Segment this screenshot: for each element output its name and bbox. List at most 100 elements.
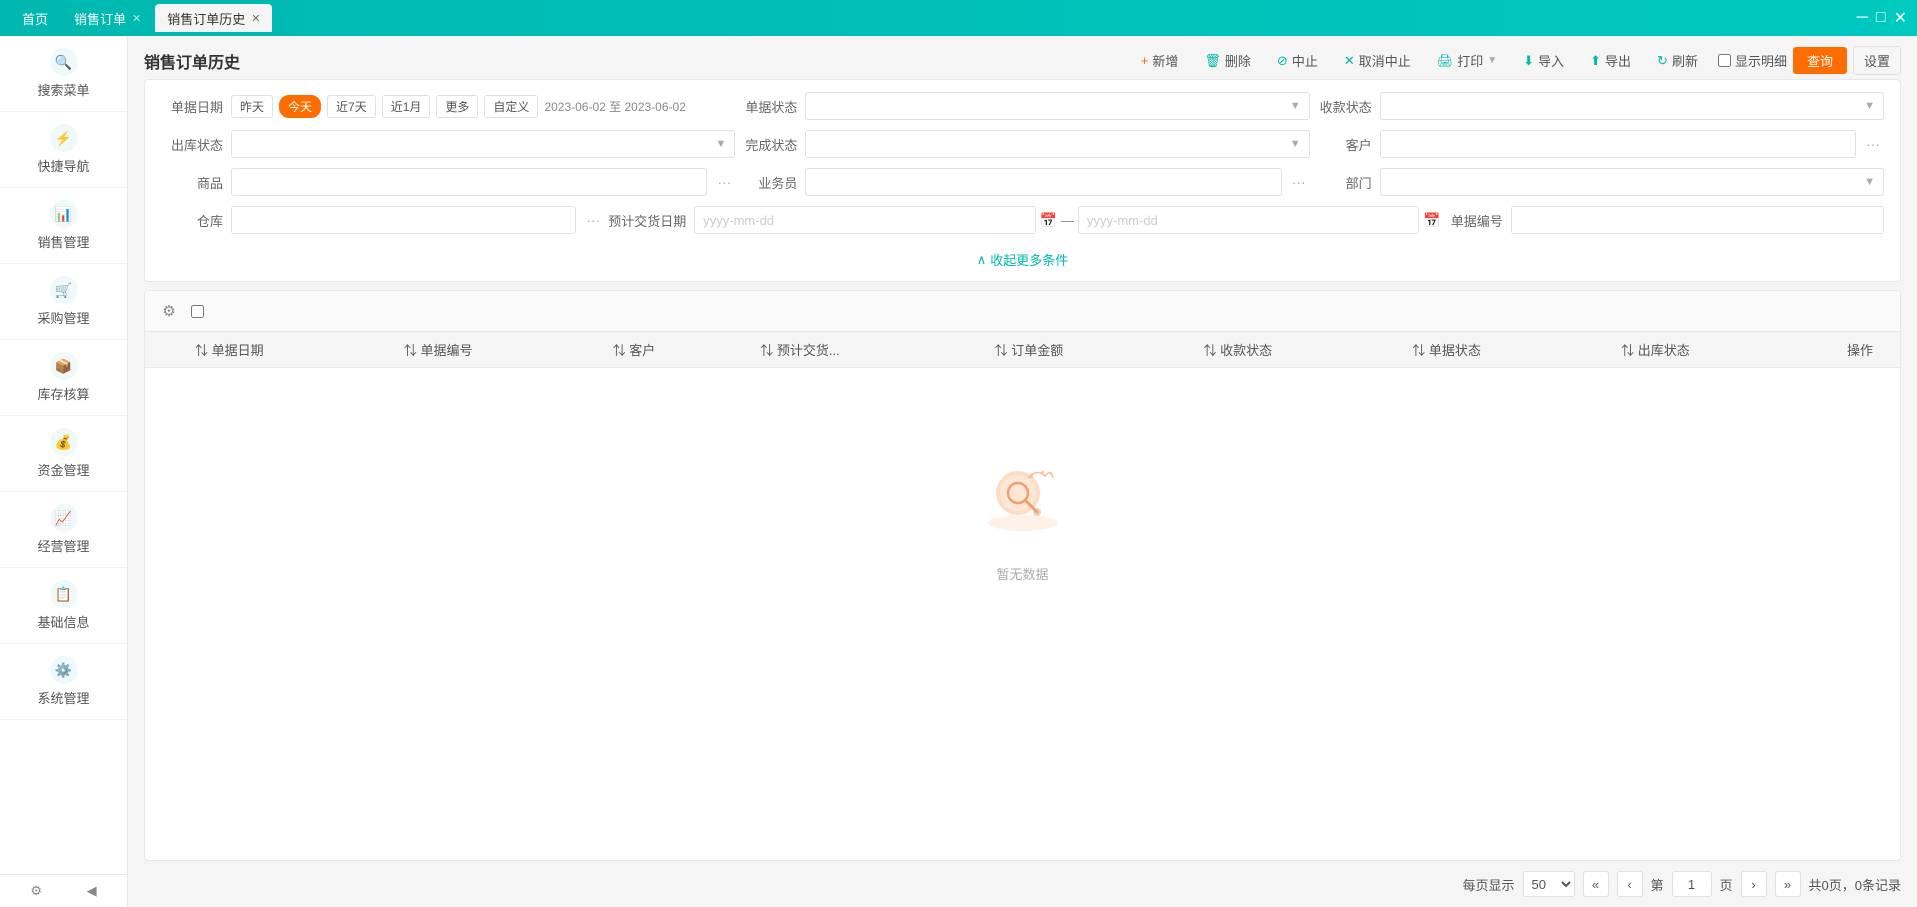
delivery-date-dash: — <box>1061 213 1074 228</box>
total-text: 共0页，0条记录 <box>1809 875 1901 894</box>
date-today-btn[interactable]: 今天 <box>279 95 321 118</box>
date-1month-btn[interactable]: 近1月 <box>382 95 431 118</box>
table-header-row: ⇅ 单据日期 ⇅ 单据编号 ⇅ 客户 ⇅ 预计交货... ⇅ 订单金额 <box>145 332 1900 368</box>
refresh-button[interactable]: ↻ 刷新 <box>1647 47 1708 74</box>
customer-input[interactable] <box>1380 130 1856 158</box>
last-page-button[interactable]: » <box>1775 871 1801 897</box>
print-arrow-icon: ▼ <box>1487 55 1497 66</box>
sidebar-item-sales-mgmt[interactable]: 📊 销售管理 <box>0 188 127 264</box>
window-maximize-icon[interactable]: □ <box>1876 9 1886 27</box>
select-all-checkbox[interactable] <box>191 305 204 318</box>
sidebar-bottom: ⚙ ◀ <box>0 874 127 907</box>
salesman-dots-icon[interactable]: ··· <box>1288 174 1310 190</box>
settings-button[interactable]: 设置 <box>1853 46 1901 75</box>
first-page-button[interactable]: « <box>1583 871 1609 897</box>
print-button[interactable]: 🖨 打印 ▼ <box>1427 47 1507 74</box>
sidebar-item-base-info[interactable]: 📋 基础信息 <box>0 568 127 644</box>
window-close-icon[interactable]: ✕ <box>1894 8 1907 28</box>
next-page-button[interactable]: › <box>1741 871 1767 897</box>
sidebar-item-capital-mgmt[interactable]: 💰 资金管理 <box>0 416 127 492</box>
sidebar-item-capital-mgmt-label: 资金管理 <box>37 460 89 479</box>
th-checkbox <box>145 332 185 368</box>
warehouse-dots-icon[interactable]: ··· <box>582 212 604 228</box>
sidebar-item-purchase-mgmt[interactable]: 🛒 采购管理 <box>0 264 127 340</box>
data-table: ⇅ 单据日期 ⇅ 单据编号 ⇅ 客户 ⇅ 预计交货... ⇅ 订单金额 <box>145 332 1900 368</box>
stop-label: 中止 <box>1292 51 1318 70</box>
warehouse-input[interactable] <box>231 206 576 234</box>
complete-status-select[interactable]: ▼ <box>805 130 1309 158</box>
collapse-label: 收起更多条件 <box>990 250 1068 269</box>
cancel-stop-button[interactable]: ✕ 取消中止 <box>1334 47 1421 74</box>
query-button[interactable]: 查询 <box>1793 47 1847 74</box>
stop-icon: ⊘ <box>1277 53 1288 69</box>
th-delivery-label: ⇅ 预计交货... <box>760 343 839 358</box>
payment-status-label: 收款状态 <box>1310 97 1380 116</box>
salesman-input[interactable] <box>805 168 1281 196</box>
import-button[interactable]: ⬇ 导入 <box>1513 47 1574 74</box>
add-button[interactable]: + 新增 <box>1131 47 1189 74</box>
delivery-date-to-cal-icon[interactable]: 📅 <box>1423 212 1440 229</box>
delivery-date-from-input[interactable]: yyyy-mm-dd <box>694 206 1035 234</box>
sidebar-item-search-menu[interactable]: 🔍 搜索菜单 <box>0 36 127 112</box>
empty-state-illustration <box>973 448 1073 548</box>
th-no-label: ⇅ 单据编号 <box>404 343 473 358</box>
sidebar-item-quick-nav-label: 快捷导航 <box>37 156 89 175</box>
goods-input[interactable] <box>231 168 707 196</box>
order-status-control: ▼ <box>805 92 1309 120</box>
sidebar-item-base-info-label: 基础信息 <box>37 612 89 631</box>
payment-status-select[interactable]: ▼ <box>1380 92 1884 120</box>
empty-state-text: 暂无数据 <box>996 564 1048 583</box>
sidebar-item-inventory[interactable]: 📦 库存核算 <box>0 340 127 416</box>
sidebar-item-sys-mgmt[interactable]: ⚙️ 系统管理 <box>0 644 127 720</box>
delivery-date-from-placeholder: yyyy-mm-dd <box>703 213 774 228</box>
page-size-select[interactable]: 50 10 20 100 <box>1523 871 1575 897</box>
tab-sales-order[interactable]: 销售订单 ✕ <box>62 4 153 32</box>
tab-sales-order-history-close[interactable]: ✕ <box>251 12 260 25</box>
outbound-status-select[interactable]: ▼ <box>231 130 735 158</box>
date-label: 单据日期 <box>161 97 231 116</box>
display-detail-checkbox[interactable]: 显示明细 <box>1718 51 1787 70</box>
sidebar-settings-icon[interactable]: ⚙ <box>30 883 42 899</box>
goods-dots-icon[interactable]: ··· <box>713 174 735 190</box>
salesman-control: ··· <box>805 168 1309 196</box>
tab-sales-order-close[interactable]: ✕ <box>132 12 141 25</box>
filter-row-2: 出库状态 ▼ 完成状态 ▼ 客户 <box>161 130 1884 158</box>
export-button[interactable]: ⬆ 导出 <box>1580 47 1641 74</box>
prev-page-button[interactable]: ‹ <box>1617 871 1643 897</box>
delivery-date-from-cal-icon[interactable]: 📅 <box>1040 212 1057 229</box>
top-bar-right: ─ □ ✕ <box>1857 8 1907 28</box>
cancel-stop-label: 取消中止 <box>1359 51 1411 70</box>
delete-label: 删除 <box>1225 51 1251 70</box>
order-no-input[interactable] <box>1511 206 1884 234</box>
salesman-label: 业务员 <box>735 173 805 192</box>
import-icon: ⬇ <box>1523 53 1534 69</box>
date-more-btn[interactable]: 更多 <box>436 95 478 118</box>
payment-status-control: ▼ <box>1380 92 1884 120</box>
date-yesterday-btn[interactable]: 昨天 <box>231 95 273 118</box>
order-status-select[interactable]: ▼ <box>805 92 1309 120</box>
tab-home-label: 首页 <box>22 9 48 28</box>
table-toolbar: ⚙ <box>145 291 1900 332</box>
sidebar-item-quick-nav[interactable]: ⚡ 快捷导航 <box>0 112 127 188</box>
customer-dots-icon[interactable]: ··· <box>1862 136 1884 152</box>
display-detail-input[interactable] <box>1718 54 1731 67</box>
date-custom-btn[interactable]: 自定义 <box>484 95 538 118</box>
delete-button[interactable]: 🗑 删除 <box>1194 47 1261 74</box>
th-customer: ⇅ 客户 <box>603 332 751 368</box>
sidebar-collapse-icon[interactable]: ◀ <box>87 883 97 899</box>
stop-button[interactable]: ⊘ 中止 <box>1267 47 1328 74</box>
tab-sales-order-history[interactable]: 销售订单历史 ✕ <box>155 4 272 32</box>
date-7days-btn[interactable]: 近7天 <box>327 95 376 118</box>
tab-home[interactable]: 首页 <box>10 4 60 32</box>
outbound-status-label: 出库状态 <box>161 135 231 154</box>
delivery-date-to-input[interactable]: yyyy-mm-dd <box>1078 206 1419 234</box>
th-payment-status: ⇅ 收款状态 <box>1193 332 1402 368</box>
dept-select[interactable]: ▼ <box>1380 168 1884 196</box>
collapse-row[interactable]: ∧ 收起更多条件 <box>161 244 1884 269</box>
page-number-input[interactable] <box>1672 871 1712 897</box>
goods-control: ··· <box>231 168 735 196</box>
window-minimize-icon[interactable]: ─ <box>1857 9 1868 27</box>
sidebar-item-ops-mgmt[interactable]: 📈 经营管理 <box>0 492 127 568</box>
table-settings-icon[interactable]: ⚙ <box>155 297 183 325</box>
th-operation: 操作 <box>1820 332 1900 368</box>
